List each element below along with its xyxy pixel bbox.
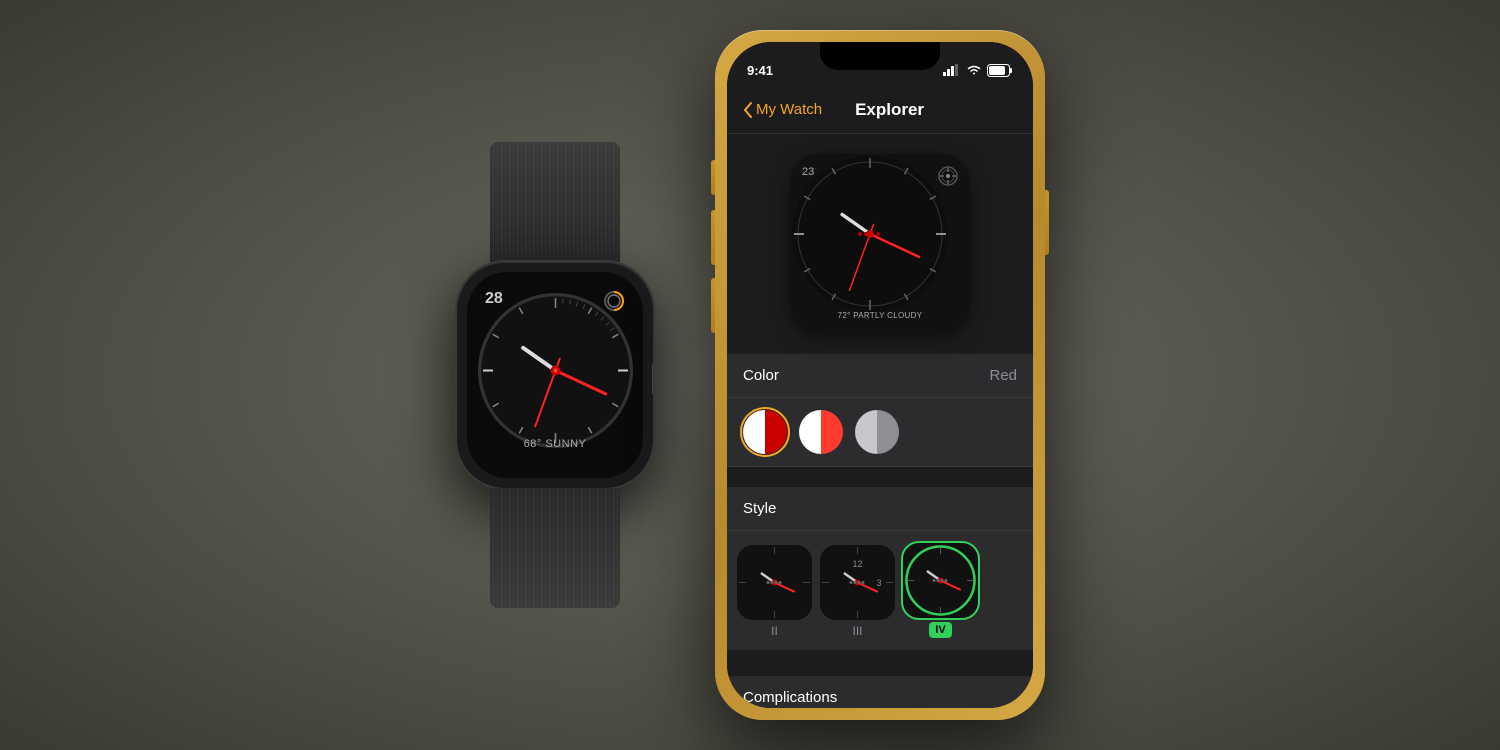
- style-options: II: [727, 531, 1033, 650]
- color-label: Color: [743, 367, 779, 384]
- navigation-bar: My Watch Explorer: [727, 86, 1033, 134]
- style-section-header: [727, 467, 1033, 487]
- mini-face-iv: [903, 543, 978, 618]
- style-label-iii: III: [852, 624, 862, 638]
- back-label: My Watch: [756, 101, 822, 118]
- preview-face: 23: [790, 154, 970, 334]
- page-title: Explorer: [822, 100, 957, 120]
- silent-switch: [711, 160, 715, 195]
- iphone-body: 9:41: [715, 30, 1045, 720]
- iphone: 9:41: [715, 30, 1045, 720]
- mini-face-ii: [737, 545, 812, 620]
- complications-title: Complications: [743, 689, 837, 706]
- style-row-header: Style: [727, 487, 1033, 531]
- watch-band-bottom: [490, 488, 620, 608]
- style-label-ii: II: [771, 624, 778, 638]
- complications-title-row: Complications: [727, 676, 1033, 708]
- iphone-screen: 9:41: [727, 42, 1033, 708]
- color-row: Color Red: [727, 354, 1033, 398]
- wifi-icon: [966, 64, 982, 76]
- watch-weather: 68° SUNNY: [524, 438, 587, 450]
- preview-weather: 72° PARTLY CLOUDY: [838, 311, 923, 320]
- battery-icon: [987, 64, 1013, 77]
- style-option-iv[interactable]: IV: [903, 543, 978, 638]
- color-swatches: [727, 398, 1033, 467]
- volume-up-button: [711, 210, 715, 265]
- status-icons: [943, 64, 1013, 77]
- svg-text:3: 3: [876, 578, 881, 588]
- watch-screen: 28: [467, 272, 643, 478]
- style-label-text: Style: [743, 500, 776, 517]
- color-value: Red: [989, 367, 1017, 384]
- watch-body: 28: [455, 260, 655, 490]
- notch: [820, 42, 940, 70]
- status-time: 9:41: [747, 63, 773, 78]
- swatch-gray[interactable]: [855, 410, 899, 454]
- swatch-red[interactable]: [743, 410, 787, 454]
- apple-watch: 28: [455, 142, 655, 608]
- swatch-red-white[interactable]: [799, 410, 843, 454]
- watch-face: 28: [467, 272, 643, 478]
- app-content: 23: [727, 134, 1033, 708]
- complications-header: [727, 650, 1033, 676]
- style-option-iii[interactable]: 12 3: [820, 545, 895, 638]
- watch-preview-section: 23: [727, 134, 1033, 354]
- watch-clock-face: [478, 293, 633, 448]
- style-label-iv: IV: [929, 622, 951, 638]
- back-button[interactable]: My Watch: [743, 101, 822, 118]
- mini-face-iii: 12 3: [820, 545, 895, 620]
- svg-text:12: 12: [852, 559, 862, 569]
- status-bar: 9:41: [727, 42, 1033, 86]
- back-chevron-icon: [743, 102, 753, 118]
- volume-down-button: [711, 278, 715, 333]
- watch-preview-frame: 23: [790, 154, 970, 334]
- watch-band-top: [490, 142, 620, 262]
- power-button: [1045, 190, 1049, 255]
- style-option-ii[interactable]: II: [737, 545, 812, 638]
- signal-icon: [943, 64, 961, 76]
